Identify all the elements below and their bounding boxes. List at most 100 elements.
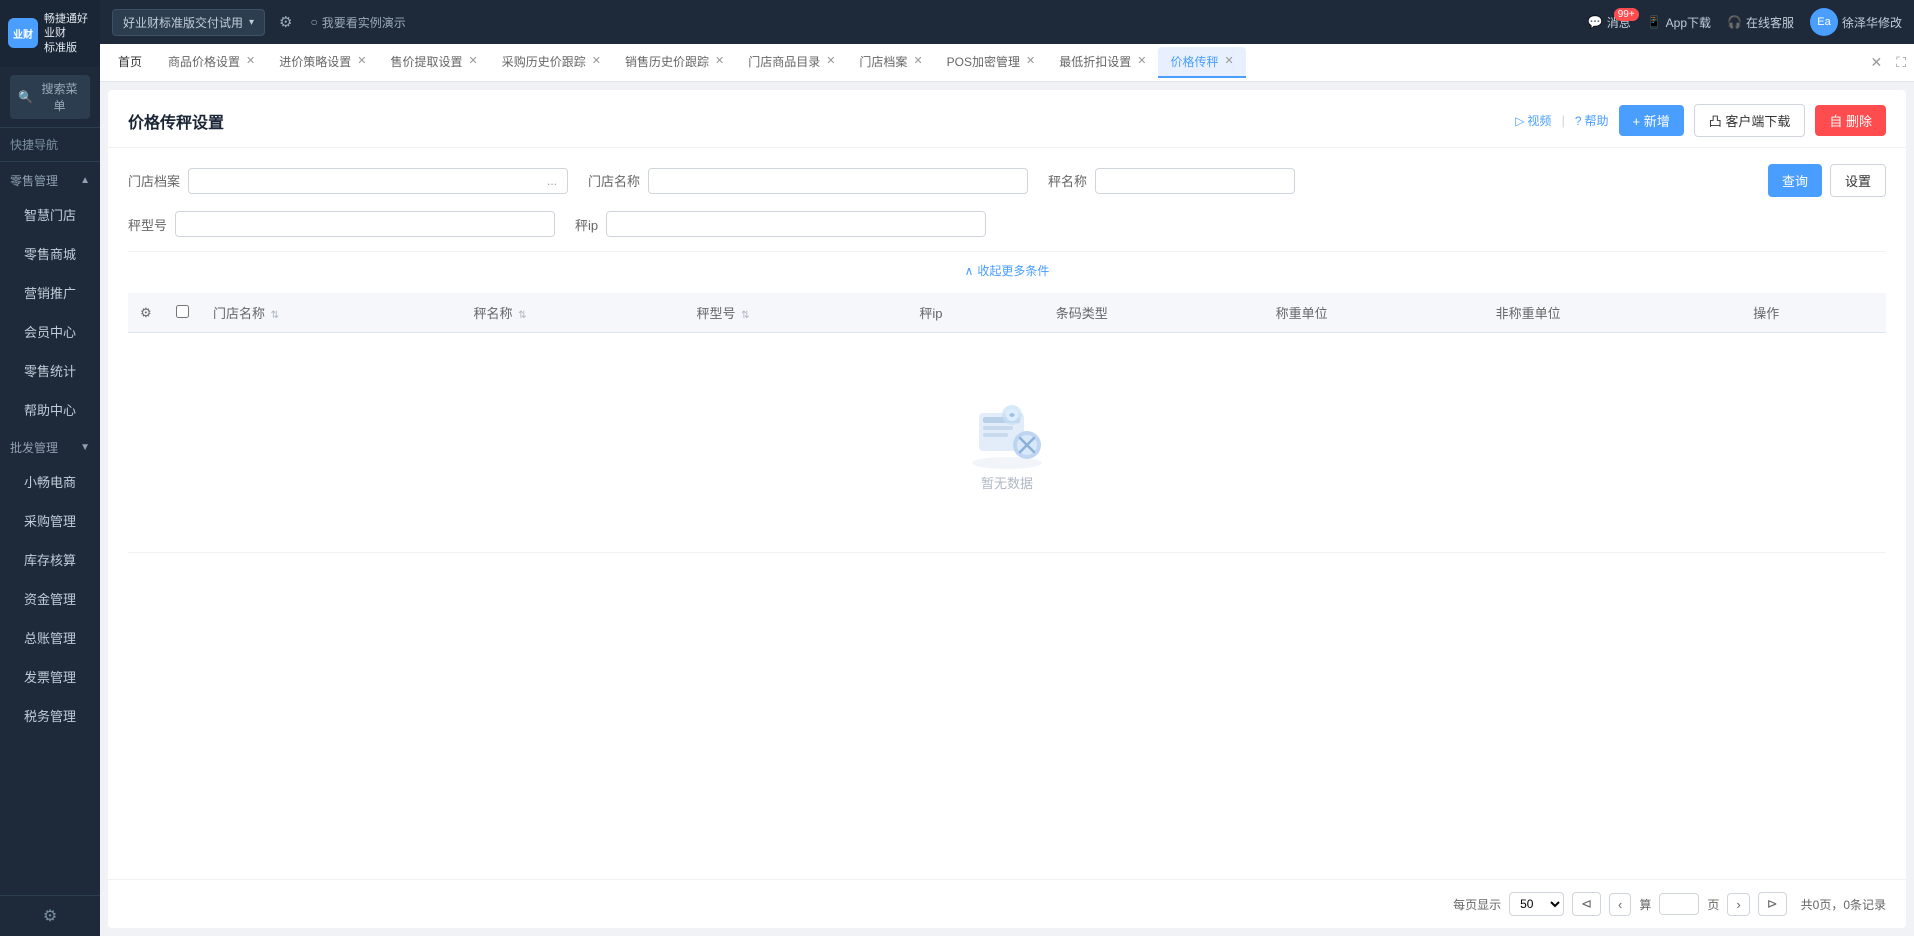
tab-store-products[interactable]: 门店商品目录 ✕ (736, 47, 847, 78)
tab-sale-history[interactable]: 销售历史价跟踪 ✕ (613, 47, 736, 78)
filter-scale-name: 秤名称 (1048, 168, 1295, 194)
sidebar-item-purchase[interactable]: 采购管理 (0, 501, 100, 540)
tab-purchase-history[interactable]: 采购历史价跟踪 ✕ (490, 47, 613, 78)
tab-price-scale-close[interactable]: ✕ (1224, 56, 1233, 67)
sidebar-label-member: 会员中心 (24, 322, 76, 341)
query-button[interactable]: 查询 (1768, 164, 1822, 197)
tab-pos-encrypt-label: POS加密管理 (947, 53, 1020, 70)
prev-page-button[interactable]: ‹ (1609, 893, 1631, 916)
th-non-weight-unit-label: 非称重单位 (1496, 306, 1561, 321)
tab-store-products-close[interactable]: ✕ (826, 56, 835, 67)
video-link[interactable]: ▷ 视频 (1515, 112, 1551, 129)
tab-pos-encrypt-close[interactable]: ✕ (1026, 56, 1035, 67)
quick-nav-item[interactable]: 快捷导航 (0, 128, 100, 162)
wholesale-section-label: 批发管理 (10, 439, 58, 456)
online-service-icon: 🎧 (1727, 15, 1742, 29)
tab-home[interactable]: 首页 (104, 47, 156, 78)
tab-pos-encrypt[interactable]: POS加密管理 ✕ (935, 47, 1048, 78)
tab-product-price-close[interactable]: ✕ (246, 56, 255, 67)
sidebar-item-marketing[interactable]: 营销推广 (0, 273, 100, 312)
tab-store-archive-close[interactable]: ✕ (913, 56, 922, 67)
tab-min-discount-close[interactable]: ✕ (1137, 56, 1146, 67)
th-checkbox[interactable] (164, 293, 201, 333)
collapse-filter-button[interactable]: ∧ 收起更多条件 (965, 258, 1050, 283)
tab-purchase-strategy[interactable]: 进价策略设置 ✕ (267, 47, 378, 78)
sidebar-item-inventory[interactable]: 库存核算 (0, 540, 100, 579)
th-non-weight-unit: 非称重单位 (1484, 293, 1742, 333)
select-all-checkbox[interactable] (176, 305, 189, 318)
sidebar-item-ecommerce[interactable]: 小畅电商 (0, 462, 100, 501)
retail-section-header[interactable]: 零售管理 ▲ (0, 162, 100, 195)
sidebar-label-retail-mall: 零售商城 (24, 244, 76, 263)
tab-store-archive[interactable]: 门店档案 ✕ (847, 47, 934, 78)
settings-icon[interactable]: ⚙ (43, 906, 57, 926)
wholesale-section-header[interactable]: 批发管理 ▼ (0, 429, 100, 462)
tab-sale-price[interactable]: 售价提取设置 ✕ (378, 47, 489, 78)
th-weight-unit-label: 称重单位 (1276, 306, 1328, 321)
demo-link[interactable]: ○ 我要看实例演示 (311, 14, 406, 31)
sidebar-item-tax[interactable]: 税务管理 (0, 696, 100, 735)
sidebar-label-retail-stats: 零售统计 (24, 361, 76, 380)
tab-product-price[interactable]: 商品价格设置 ✕ (156, 47, 267, 78)
store-archive-input[interactable]: ... (188, 168, 568, 194)
first-page-button[interactable]: ⊲ (1572, 892, 1601, 916)
per-page-select[interactable]: 10 20 50 100 (1509, 892, 1564, 916)
sidebar-item-retail-stats[interactable]: 零售统计 (0, 351, 100, 390)
th-scale-name[interactable]: 秤名称 ⇅ (462, 293, 685, 333)
store-name-input[interactable] (648, 168, 1028, 194)
th-settings[interactable]: ⚙ (128, 293, 164, 333)
scale-name-input[interactable] (1095, 168, 1295, 194)
tab-purchase-history-close[interactable]: ✕ (592, 56, 601, 67)
sidebar-label-inventory: 库存核算 (24, 550, 76, 569)
pagination-bar: 每页显示 10 20 50 100 ⊲ ‹ 算 1 页 › ⊳ 共0页，0条记录 (108, 879, 1906, 928)
sidebar-item-smart-store[interactable]: 智慧门店 (0, 195, 100, 234)
main-area: 好业财标准版交付试用 ▾ ⚙ ○ 我要看实例演示 💬 消息 99+ 📱 App下… (100, 0, 1914, 936)
th-scale-model[interactable]: 秤型号 ⇅ (684, 293, 907, 333)
tab-sale-history-close[interactable]: ✕ (715, 56, 724, 67)
user-menu[interactable]: Ea 徐泽华修改 (1810, 8, 1902, 36)
add-button[interactable]: + 新增 (1619, 105, 1684, 136)
th-store-name[interactable]: 门店名称 ⇅ (201, 293, 462, 333)
message-btn[interactable]: 💬 消息 99+ (1588, 14, 1631, 31)
last-page-button[interactable]: ⊳ (1758, 892, 1787, 916)
page-input[interactable]: 1 (1659, 893, 1699, 915)
sidebar-item-retail-mall[interactable]: 零售商城 (0, 234, 100, 273)
online-service-btn[interactable]: 🎧 在线客服 (1727, 14, 1794, 31)
delete-button[interactable]: 自 删除 (1815, 105, 1886, 136)
sidebar-item-invoice[interactable]: 发票管理 (0, 657, 100, 696)
scale-model-input[interactable] (175, 211, 555, 237)
empty-illustration (957, 393, 1057, 473)
filter-row-2: 秤型号 秤ip (128, 211, 1886, 237)
filter-row-1: 门店档案 ... 门店名称 秤名称 查询 设置 (128, 164, 1886, 197)
demo-label: 我要看实例演示 (322, 14, 406, 31)
next-page-button[interactable]: › (1727, 893, 1749, 916)
download-button[interactable]: 凸 客户端下载 (1694, 104, 1806, 137)
topbar-settings-icon[interactable]: ⚙ (279, 13, 292, 31)
app-download-btn[interactable]: 📱 App下载 (1647, 14, 1711, 31)
version-dropdown-icon: ▾ (249, 17, 254, 28)
wholesale-arrow-icon: ▼ (80, 442, 90, 453)
settings-button[interactable]: 设置 (1830, 164, 1886, 197)
table-settings-icon[interactable]: ⚙ (140, 305, 152, 320)
tab-sale-price-close[interactable]: ✕ (469, 56, 478, 67)
search-menu-button[interactable]: 🔍 搜索菜单 (10, 75, 90, 119)
sidebar-item-accounting[interactable]: 总账管理 (0, 618, 100, 657)
sidebar-bottom[interactable]: ⚙ (0, 895, 100, 936)
maximize-tab-button[interactable]: ⛶ (1892, 50, 1910, 75)
sidebar-item-help-center[interactable]: 帮助中心 (0, 390, 100, 429)
tab-purchase-strategy-close[interactable]: ✕ (357, 56, 366, 67)
close-tab-button[interactable]: ✕ (1866, 50, 1886, 75)
version-selector[interactable]: 好业财标准版交付试用 ▾ (112, 9, 265, 36)
sidebar-item-member-center[interactable]: 会员中心 (0, 312, 100, 351)
sort-store-name-icon: ⇅ (271, 310, 279, 321)
sidebar-item-finance[interactable]: 资金管理 (0, 579, 100, 618)
scale-model-label: 秤型号 (128, 215, 167, 234)
scale-ip-input[interactable] (606, 211, 986, 237)
sidebar-logo: 业财 畅捷通好业财 标准版 (0, 0, 100, 67)
sidebar-search-container[interactable]: 🔍 搜索菜单 (0, 67, 100, 128)
quick-nav-label: 快捷导航 (10, 138, 58, 152)
tab-price-scale[interactable]: 价格传秤 ✕ (1158, 47, 1245, 78)
topbar-right: 💬 消息 99+ 📱 App下载 🎧 在线客服 Ea 徐泽华修改 (1588, 8, 1902, 36)
tab-min-discount[interactable]: 最低折扣设置 ✕ (1047, 47, 1158, 78)
help-link[interactable]: ? 帮助 (1575, 112, 1609, 129)
